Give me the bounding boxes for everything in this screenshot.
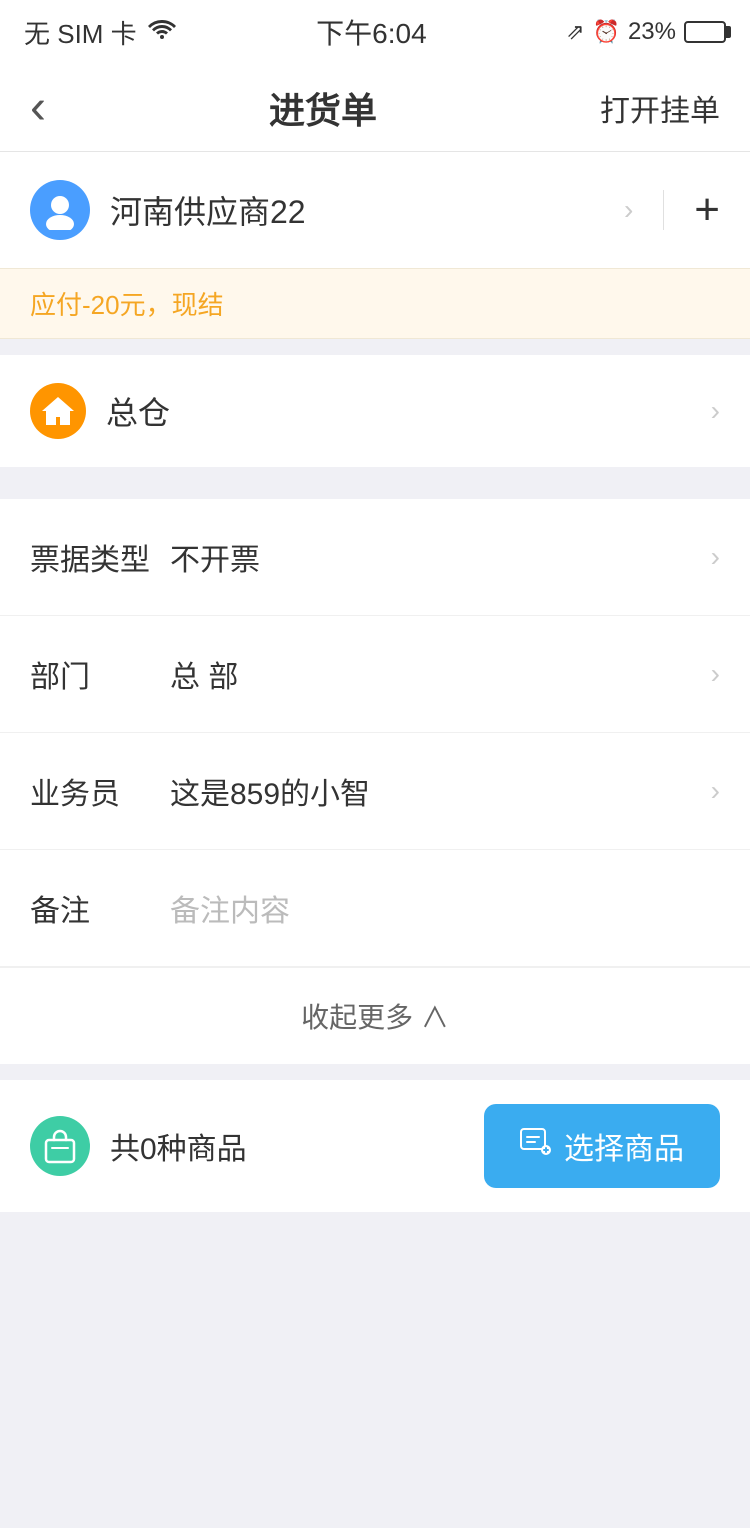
invoice-label: 票据类型 <box>30 535 170 579</box>
notice-text: 应付-20元，现结 <box>30 290 224 320</box>
wifi-icon <box>147 17 177 48</box>
section-divider-2 <box>0 483 750 499</box>
sales-chevron-icon[interactable]: › <box>711 775 720 807</box>
page-background <box>0 1228 750 1528</box>
section-divider-1 <box>0 339 750 355</box>
battery-icon <box>684 21 726 43</box>
sales-value: 这是859的小智 <box>170 769 711 813</box>
warehouse-section: 总仓 › <box>0 355 750 467</box>
notice-bar: 应付-20元，现结 <box>0 268 750 339</box>
supplier-section: 河南供应商22 › + 应付-20元，现结 <box>0 152 750 339</box>
nav-bar: ‹ 进货单 打开挂单 <box>0 64 750 152</box>
bottom-bar: 共0种商品 选择商品 <box>0 1080 750 1212</box>
location-icon: ⇗ <box>566 19 584 45</box>
page-title: 进货单 <box>269 82 377 134</box>
supplier-row[interactable]: 河南供应商22 › + <box>0 152 750 268</box>
select-product-button[interactable]: 选择商品 <box>484 1104 720 1188</box>
warehouse-chevron-icon[interactable]: › <box>711 395 720 427</box>
dept-value: 总 部 <box>170 652 711 696</box>
status-carrier: 无 SIM 卡 <box>24 14 177 51</box>
dept-chevron-icon[interactable]: › <box>711 658 720 690</box>
sales-label: 业务员 <box>30 769 170 813</box>
collapse-button[interactable]: 收起更多 ∧ <box>0 967 750 1064</box>
add-supplier-button[interactable]: + <box>694 188 720 232</box>
remark-row[interactable]: 备注 备注内容 <box>0 850 750 967</box>
house-icon <box>40 393 76 429</box>
dept-label: 部门 <box>30 652 170 696</box>
remark-label: 备注 <box>30 886 170 930</box>
status-right: ⇗ ⏰ 23% <box>566 18 726 46</box>
supplier-name: 河南供应商22 <box>110 187 624 233</box>
status-bar: 无 SIM 卡 下午6:04 ⇗ ⏰ 23% <box>0 0 750 64</box>
invoice-row[interactable]: 票据类型 不开票 › <box>0 499 750 616</box>
user-icon <box>40 190 80 230</box>
select-btn-label: 选择商品 <box>564 1124 684 1168</box>
form-section: 票据类型 不开票 › 部门 总 部 › 业务员 这是859的小智 › 备注 备注… <box>0 499 750 1064</box>
product-count: 共0种商品 <box>110 1124 464 1168</box>
select-btn-icon <box>520 1128 552 1164</box>
supplier-divider <box>663 190 664 230</box>
status-time: 下午6:04 <box>316 12 427 52</box>
content-area: 河南供应商22 › + 应付-20元，现结 总仓 › <box>0 152 750 1528</box>
battery-percent: 23% <box>628 18 676 46</box>
collapse-label: 收起更多 ∧ <box>301 996 449 1036</box>
open-pending-button[interactable]: 打开挂单 <box>600 86 720 130</box>
supplier-actions: › + <box>624 188 720 232</box>
supplier-avatar <box>30 180 90 240</box>
alarm-icon: ⏰ <box>593 19 620 45</box>
invoice-value: 不开票 <box>170 535 711 579</box>
bag-icon <box>42 1128 78 1164</box>
warehouse-name: 总仓 <box>106 388 711 434</box>
warehouse-icon <box>30 383 86 439</box>
back-button[interactable]: ‹ <box>30 80 46 135</box>
supplier-chevron-icon[interactable]: › <box>624 194 633 226</box>
carrier-text: 无 SIM 卡 <box>24 14 137 51</box>
invoice-chevron-icon[interactable]: › <box>711 541 720 573</box>
dept-row[interactable]: 部门 总 部 › <box>0 616 750 733</box>
warehouse-row[interactable]: 总仓 › <box>0 355 750 467</box>
product-bag-icon <box>30 1116 90 1176</box>
remark-input[interactable]: 备注内容 <box>170 886 720 930</box>
sales-row[interactable]: 业务员 这是859的小智 › <box>0 733 750 850</box>
